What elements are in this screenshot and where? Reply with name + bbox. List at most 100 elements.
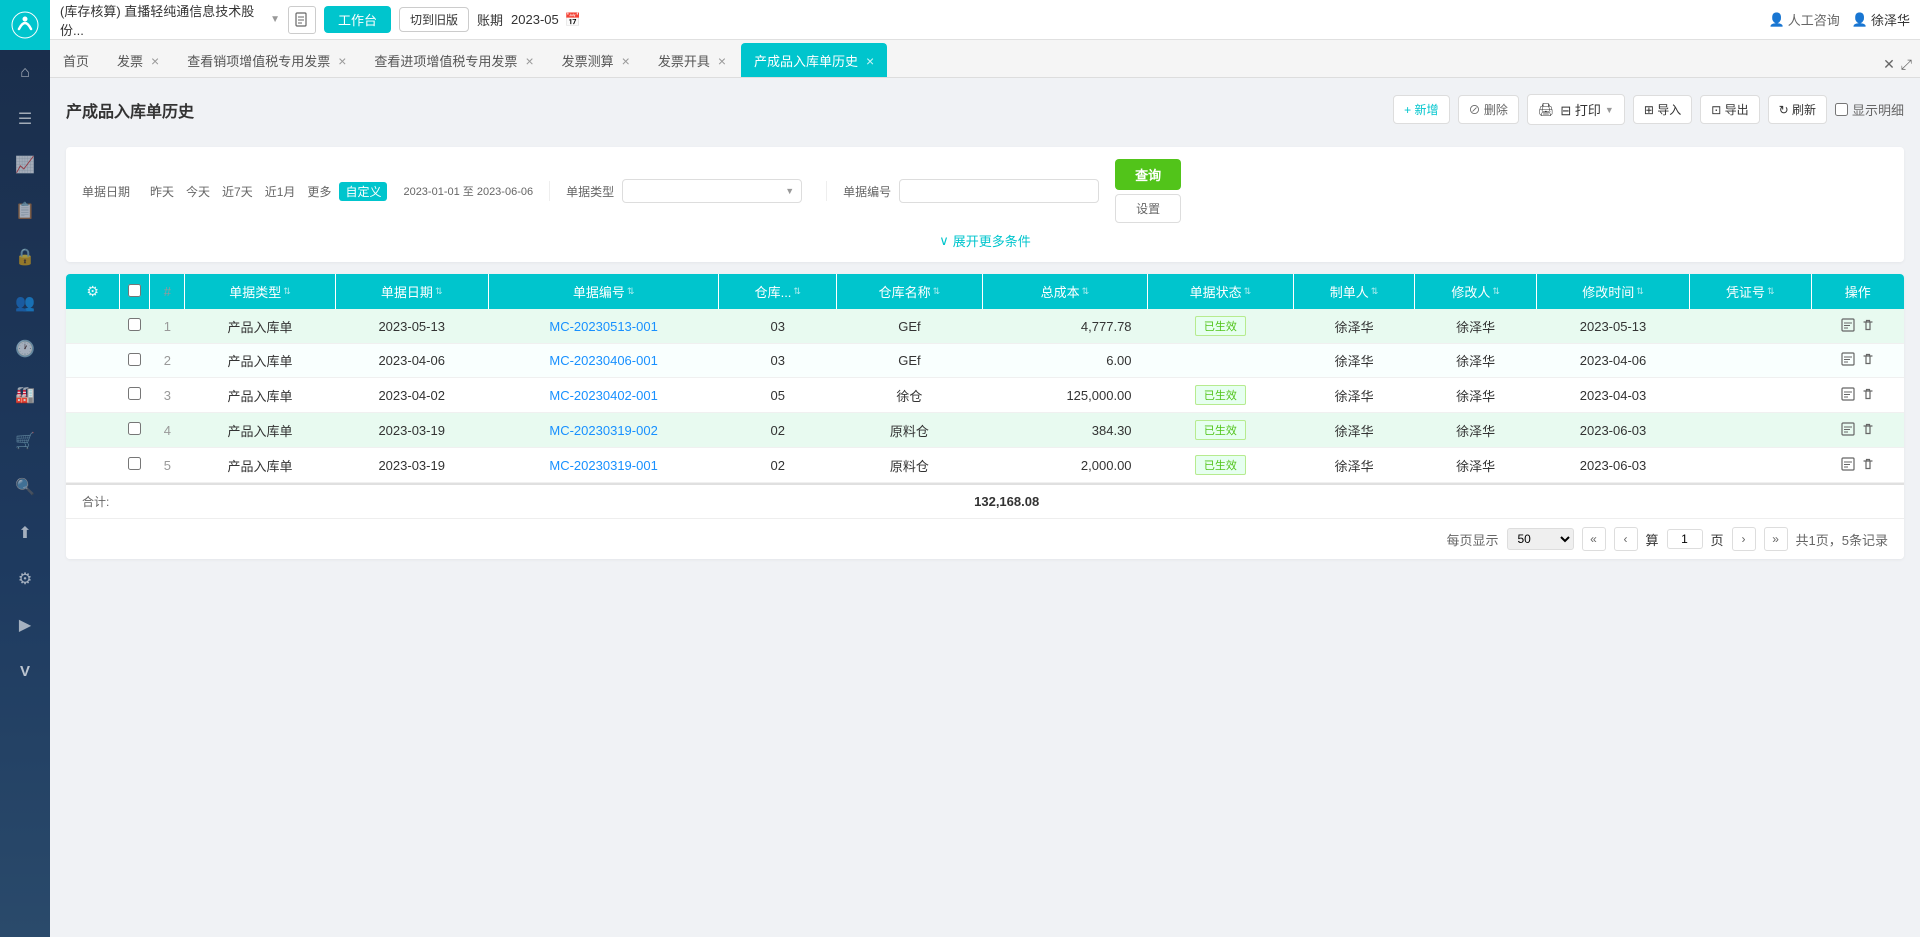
date-7days[interactable]: 近7天	[218, 182, 257, 201]
date-sort-icon[interactable]: ⇅	[435, 286, 443, 297]
row-checkbox-cell[interactable]	[120, 378, 150, 413]
sidebar-item-v[interactable]: V	[0, 648, 50, 694]
tab-invoice-open-close[interactable]: ×	[718, 53, 726, 69]
checkbox-col-header[interactable]	[120, 274, 150, 309]
switch-old-button[interactable]: 切到旧版	[399, 7, 469, 32]
expand-more-btn[interactable]: ∨ 展开更多条件	[82, 231, 1888, 250]
sidebar-item-clock[interactable]: 🕐	[0, 326, 50, 372]
creator-col-header[interactable]: 制单人 ⇅	[1293, 274, 1415, 309]
row-number-link[interactable]: MC-20230406-001	[549, 353, 657, 368]
number-filter-input[interactable]	[899, 179, 1099, 203]
row-checkbox-cell[interactable]	[120, 413, 150, 448]
modifier-sort-icon[interactable]: ⇅	[1492, 286, 1500, 297]
display-toggle[interactable]: 显示明细	[1835, 100, 1904, 119]
query-button[interactable]: 查询	[1115, 159, 1181, 190]
row-number-cell[interactable]: MC-20230319-002	[488, 413, 719, 448]
row-edit-icon[interactable]	[1841, 387, 1855, 404]
row-edit-icon[interactable]	[1841, 318, 1855, 335]
row-number-cell[interactable]: MC-20230406-001	[488, 344, 719, 378]
import-button[interactable]: ⊞ 导入	[1633, 95, 1692, 124]
workbench-button[interactable]: 工作台	[324, 6, 391, 33]
tab-fullscreen-icon[interactable]: ⤢	[1901, 56, 1912, 73]
sidebar-item-cart[interactable]: 🛒	[0, 418, 50, 464]
calendar-icon[interactable]: 📅	[565, 12, 581, 28]
page-size-select[interactable]: 50 10 20 100	[1507, 528, 1574, 550]
settings-col-header[interactable]: ⚙	[66, 274, 120, 309]
tab-invoice[interactable]: 发票 ×	[104, 43, 172, 77]
sidebar-item-play[interactable]: ▶	[0, 602, 50, 648]
tab-sales-vat[interactable]: 查看销项增值税专用发票 ×	[174, 43, 359, 77]
voucher-sort-icon[interactable]: ⇅	[1767, 286, 1775, 297]
tab-close-all-icon[interactable]: ✕	[1883, 56, 1895, 73]
cost-col-header[interactable]: 总成本 ⇅	[982, 274, 1147, 309]
tab-input-vat-close[interactable]: ×	[525, 53, 533, 69]
sidebar-item-home[interactable]: ⌂	[0, 50, 50, 96]
company-selector[interactable]: (库存核算) 直播轻纯通信息技术股份... ▼	[60, 1, 280, 39]
sidebar-item-bill[interactable]: 📋	[0, 188, 50, 234]
settings-button[interactable]: 设置	[1115, 194, 1181, 223]
tab-product-inbound-close[interactable]: ×	[866, 53, 874, 69]
status-col-header[interactable]: 单据状态 ⇅	[1148, 274, 1294, 309]
wh-code-sort-icon[interactable]: ⇅	[793, 286, 801, 297]
row-delete-icon[interactable]	[1861, 457, 1875, 474]
number-col-header[interactable]: 单据编号 ⇅	[488, 274, 719, 309]
row-number-cell[interactable]: MC-20230513-001	[488, 309, 719, 344]
help-btn[interactable]: 👤 人工咨询	[1769, 10, 1840, 29]
sidebar-item-settings[interactable]: ⚙	[0, 556, 50, 602]
tab-product-inbound[interactable]: 产成品入库单历史 ×	[741, 43, 887, 77]
row-checkbox[interactable]	[128, 353, 141, 366]
row-number-link[interactable]: MC-20230513-001	[549, 319, 657, 334]
number-sort-icon[interactable]: ⇅	[627, 286, 635, 297]
row-checkbox[interactable]	[128, 422, 141, 435]
modify-time-sort-icon[interactable]: ⇅	[1636, 286, 1644, 297]
creator-sort-icon[interactable]: ⇅	[1371, 286, 1379, 297]
row-checkbox[interactable]	[128, 387, 141, 400]
tab-invoice-open[interactable]: 发票开具 ×	[645, 43, 739, 77]
refresh-button[interactable]: ↻ 刷新	[1768, 95, 1827, 124]
cost-sort-icon[interactable]: ⇅	[1082, 286, 1090, 297]
export-button[interactable]: ⊡ 导出	[1700, 95, 1759, 124]
next-page-btn[interactable]: ›	[1732, 527, 1756, 551]
row-delete-icon[interactable]	[1861, 318, 1875, 335]
type-sort-icon[interactable]: ⇅	[283, 286, 291, 297]
row-checkbox[interactable]	[128, 318, 141, 331]
print-button[interactable]: 🖨 ⊟ 打印 ▼	[1527, 94, 1625, 125]
sidebar-item-warehouse[interactable]: 🏭	[0, 372, 50, 418]
row-delete-icon[interactable]	[1861, 422, 1875, 439]
tab-sales-vat-close[interactable]: ×	[338, 53, 346, 69]
modifier-col-header[interactable]: 修改人 ⇅	[1415, 274, 1537, 309]
row-checkbox[interactable]	[128, 457, 141, 470]
row-edit-icon[interactable]	[1841, 422, 1855, 439]
row-delete-icon[interactable]	[1861, 387, 1875, 404]
type-select[interactable]	[622, 179, 802, 203]
sidebar-item-search[interactable]: 🔍	[0, 464, 50, 510]
tab-invoice-close[interactable]: ×	[151, 53, 159, 69]
date-1month[interactable]: 近1月	[261, 182, 300, 201]
row-checkbox-cell[interactable]	[120, 448, 150, 483]
row-edit-icon[interactable]	[1841, 457, 1855, 474]
wh-code-col-header[interactable]: 仓库... ⇅	[719, 274, 837, 309]
tab-invoice-calc[interactable]: 发票测算 ×	[549, 43, 643, 77]
doc-icon-btn[interactable]	[288, 6, 316, 34]
sidebar-item-people[interactable]: 👥	[0, 280, 50, 326]
page-number-input[interactable]	[1667, 529, 1703, 549]
tab-input-vat[interactable]: 查看进项增值税专用发票 ×	[361, 43, 546, 77]
sidebar-item-doc[interactable]: ☰	[0, 96, 50, 142]
row-checkbox-cell[interactable]	[120, 309, 150, 344]
user-menu[interactable]: 👤 徐泽华	[1852, 10, 1910, 29]
row-number-link[interactable]: MC-20230319-002	[549, 423, 657, 438]
sidebar-item-upload[interactable]: ⬆	[0, 510, 50, 556]
voucher-col-header[interactable]: 凭证号 ⇅	[1690, 274, 1812, 309]
sidebar-item-lock[interactable]: 🔒	[0, 234, 50, 280]
modify-time-col-header[interactable]: 修改时间 ⇅	[1536, 274, 1689, 309]
date-today[interactable]: 今天	[182, 182, 214, 201]
tab-invoice-calc-close[interactable]: ×	[622, 53, 630, 69]
row-number-link[interactable]: MC-20230402-001	[549, 388, 657, 403]
date-more[interactable]: 更多	[303, 182, 335, 201]
prev-page-btn[interactable]: ‹	[1614, 527, 1638, 551]
delete-button[interactable]: ⊘ 删除	[1458, 95, 1519, 124]
settings-col-icon[interactable]: ⚙	[86, 283, 99, 299]
first-page-btn[interactable]: «	[1582, 527, 1606, 551]
select-all-checkbox[interactable]	[128, 284, 141, 297]
row-number-cell[interactable]: MC-20230319-001	[488, 448, 719, 483]
